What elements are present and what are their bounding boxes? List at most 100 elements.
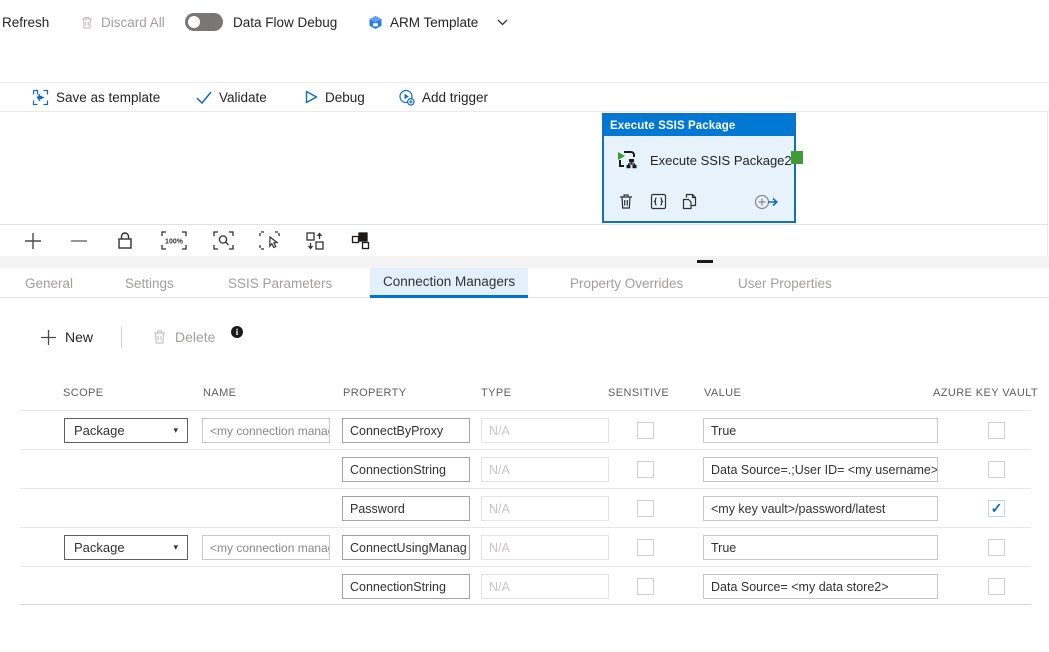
chevron-down-icon	[497, 19, 508, 26]
pipeline-toolbar: Save as template Validate Debug Add trig…	[0, 82, 1049, 112]
sensitive-checkbox[interactable]	[637, 422, 654, 439]
property-input[interactable]: ConnectionString	[342, 457, 470, 482]
col-value: VALUE	[704, 387, 741, 399]
table-row: ConnectionString N/A Data Source=.;User ID…	[20, 449, 1031, 488]
tab-user-properties[interactable]: User Properties	[738, 268, 832, 298]
clone-icon[interactable]	[682, 193, 700, 211]
zoom-to-fit-icon[interactable]	[212, 230, 234, 252]
col-name: NAME	[203, 387, 236, 399]
table-row: Password N/A <my key vault>/password/lates…	[20, 488, 1031, 527]
type-input: N/A	[481, 574, 609, 599]
debug-button[interactable]: Debug	[305, 83, 365, 111]
arm-template-icon	[368, 15, 383, 30]
new-button[interactable]: New	[40, 318, 93, 356]
zoom-100-icon[interactable]: 100%	[160, 230, 188, 252]
property-input[interactable]: ConnectionString	[342, 574, 470, 599]
toggle-off-icon	[185, 13, 223, 31]
tab-ssis-parameters[interactable]: SSIS Parameters	[228, 268, 332, 298]
output-connector-handle[interactable]	[791, 151, 803, 164]
value-input[interactable]: <my key vault>/password/latest	[703, 496, 938, 521]
debug-label: Debug	[325, 90, 365, 105]
lock-icon[interactable]	[114, 230, 136, 252]
data-flow-debug-label: Data Flow Debug	[233, 15, 337, 30]
refresh-button[interactable]: Refresh	[2, 0, 49, 44]
type-input: N/A	[481, 496, 609, 521]
azure-key-vault-checkbox[interactable]: ✓	[988, 500, 1005, 517]
type-input: N/A	[481, 457, 609, 482]
divider	[121, 327, 122, 348]
azure-key-vault-checkbox[interactable]	[988, 578, 1005, 595]
ssis-package-icon	[616, 148, 640, 172]
value-input[interactable]: Data Source=.;User ID= <my username>	[703, 457, 938, 482]
col-type: TYPE	[481, 387, 511, 399]
discard-all-button[interactable]: Discard All	[80, 0, 165, 44]
save-as-template-label: Save as template	[56, 90, 160, 105]
azure-key-vault-checkbox[interactable]	[988, 461, 1005, 478]
sensitive-checkbox[interactable]	[637, 539, 654, 556]
table-row: ConnectionString N/A Data Source= <my data…	[20, 566, 1031, 605]
activity-type-header: Execute SSIS Package	[604, 115, 794, 136]
grid-body: Package▾ <my connection manage ConnectByPr…	[20, 410, 1031, 605]
multi-select-icon[interactable]	[258, 230, 280, 252]
type-input: N/A	[481, 535, 609, 560]
add-output-icon[interactable]	[754, 193, 778, 211]
azure-key-vault-checkbox[interactable]	[988, 422, 1005, 439]
add-trigger-button[interactable]: Add trigger	[398, 83, 488, 111]
sensitive-checkbox[interactable]	[637, 461, 654, 478]
tab-general[interactable]: General	[25, 268, 73, 298]
col-azure-key-vault: AZURE KEY VAULT	[933, 387, 1038, 399]
dropdown-caret-icon: ▾	[173, 425, 178, 436]
col-sensitive: SENSITIVE	[608, 387, 669, 399]
name-input[interactable]: <my connection manage	[202, 535, 330, 560]
save-as-template-button[interactable]: Save as template	[32, 83, 160, 111]
property-input[interactable]: ConnectByProxy	[342, 418, 470, 443]
play-icon	[305, 90, 318, 104]
new-label: New	[65, 329, 93, 345]
name-input[interactable]: <my connection manage	[202, 418, 330, 443]
data-flow-debug-toggle[interactable]	[185, 0, 223, 44]
svg-text:100%: 100%	[165, 239, 184, 246]
info-icon[interactable]: i	[231, 326, 243, 338]
activity-card-execute-ssis-package[interactable]: Execute SSIS Package Execute SSIS Packag…	[602, 113, 796, 223]
zoom-in-icon[interactable]	[22, 230, 44, 252]
property-input[interactable]: Password	[342, 496, 470, 521]
discard-all-label: Discard All	[101, 15, 165, 30]
grid-command-bar: New Delete i	[0, 318, 1049, 356]
property-input[interactable]: ConnectUsingManag	[342, 535, 470, 560]
value-input[interactable]: True	[703, 535, 938, 560]
delete-button[interactable]: Delete	[152, 318, 215, 356]
data-flow-debug-label-item: Data Flow Debug	[233, 0, 337, 44]
type-input: N/A	[481, 418, 609, 443]
value-input[interactable]: Data Source= <my data store2>	[703, 574, 938, 599]
sensitive-checkbox[interactable]	[637, 500, 654, 517]
code-icon[interactable]	[650, 193, 668, 211]
trash-icon	[152, 329, 167, 345]
arm-template-menu[interactable]: ARM Template	[368, 0, 508, 44]
delete-label: Delete	[175, 329, 215, 345]
zoom-out-icon[interactable]	[68, 230, 90, 252]
col-scope: SCOPE	[63, 387, 104, 399]
tab-settings[interactable]: Settings	[125, 268, 174, 298]
value-input[interactable]: True	[703, 418, 938, 443]
tab-property-overrides[interactable]: Property Overrides	[570, 268, 683, 298]
pipeline-canvas[interactable]: Execute SSIS Package Execute SSIS Packag…	[0, 112, 1048, 224]
check-icon	[196, 91, 212, 104]
scope-dropdown[interactable]: Package▾	[64, 418, 188, 443]
col-property: PROPERTY	[343, 387, 407, 399]
table-row: Package▾ <my connection manage ConnectByPr…	[20, 410, 1031, 449]
scope-dropdown[interactable]: Package▾	[64, 535, 188, 560]
activity-settings-tabs: General Settings SSIS Parameters Connect…	[0, 268, 1049, 298]
validate-label: Validate	[219, 90, 267, 105]
validate-button[interactable]: Validate	[196, 83, 267, 111]
azure-key-vault-checkbox[interactable]	[988, 539, 1005, 556]
activity-name: Execute SSIS Package2	[650, 153, 792, 168]
refresh-label: Refresh	[2, 15, 49, 30]
tab-connection-managers[interactable]: Connection Managers	[370, 268, 528, 298]
auto-align-icon[interactable]	[304, 230, 326, 252]
delete-icon[interactable]	[618, 193, 636, 211]
sensitive-checkbox[interactable]	[637, 578, 654, 595]
panel-resize-handle[interactable]	[697, 260, 713, 263]
show-lineage-icon[interactable]	[350, 230, 372, 252]
add-trigger-label: Add trigger	[422, 90, 488, 105]
arm-template-label: ARM Template	[390, 15, 478, 30]
